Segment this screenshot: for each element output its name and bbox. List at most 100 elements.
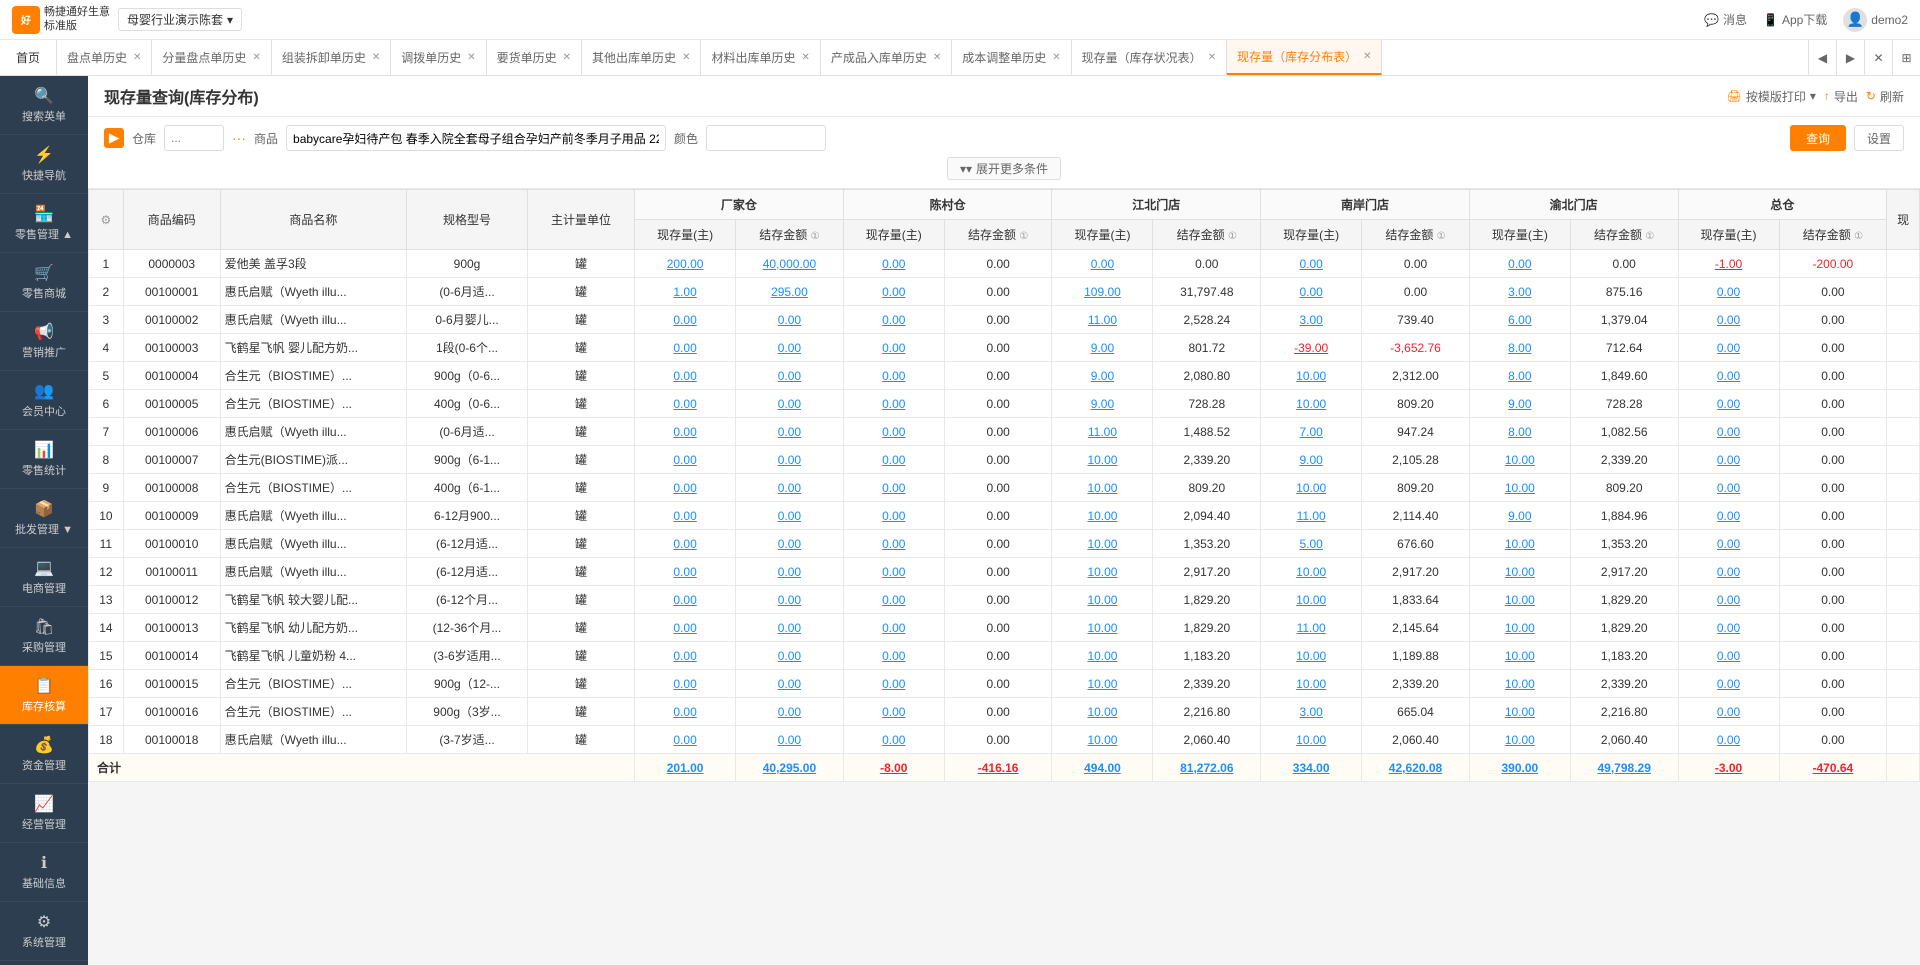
tab-next-btn[interactable]: ▶ bbox=[1836, 40, 1864, 76]
close-icon[interactable]: ✕ bbox=[1208, 52, 1216, 63]
close-icon[interactable]: ✕ bbox=[682, 52, 690, 63]
close-icon[interactable]: ✕ bbox=[1052, 52, 1060, 63]
row-cf-amt[interactable]: 0.00 bbox=[736, 390, 844, 418]
row-cc-qty[interactable]: 0.00 bbox=[843, 586, 944, 614]
tab-request[interactable]: 要货单历史 ✕ bbox=[487, 40, 582, 75]
row-cc-qty[interactable]: 0.00 bbox=[843, 726, 944, 754]
row-yb-qty[interactable]: 10.00 bbox=[1469, 586, 1570, 614]
row-jb-qty[interactable]: 10.00 bbox=[1052, 670, 1153, 698]
row-na-qty[interactable]: 11.00 bbox=[1261, 614, 1362, 642]
row-cf-amt[interactable]: 295.00 bbox=[736, 278, 844, 306]
close-icon[interactable]: ✕ bbox=[563, 52, 571, 63]
tab-expand-btn[interactable]: ⊞ bbox=[1892, 40, 1920, 76]
row-total-qty[interactable]: 0.00 bbox=[1678, 334, 1779, 362]
row-na-qty[interactable]: 0.00 bbox=[1261, 250, 1362, 278]
row-cf-qty[interactable]: 0.00 bbox=[635, 586, 736, 614]
tab-material-out[interactable]: 材料出库单历史 ✕ bbox=[701, 40, 820, 75]
row-cf-amt[interactable]: 40,000.00 bbox=[736, 250, 844, 278]
row-total-qty[interactable]: 0.00 bbox=[1678, 698, 1779, 726]
row-cc-qty[interactable]: 0.00 bbox=[843, 418, 944, 446]
row-na-qty[interactable]: 10.00 bbox=[1261, 474, 1362, 502]
row-cc-qty[interactable]: 0.00 bbox=[843, 306, 944, 334]
row-cf-amt[interactable]: 0.00 bbox=[736, 474, 844, 502]
row-cf-amt[interactable]: 0.00 bbox=[736, 698, 844, 726]
sidebar-item-basic[interactable]: ℹ 基础信息 bbox=[0, 843, 88, 902]
row-cf-qty[interactable]: 0.00 bbox=[635, 642, 736, 670]
row-cf-qty[interactable]: 0.00 bbox=[635, 726, 736, 754]
row-jb-qty[interactable]: 10.00 bbox=[1052, 642, 1153, 670]
sidebar-item-ops[interactable]: 📈 经营管理 bbox=[0, 784, 88, 843]
sidebar-item-purchase[interactable]: 🛍 采购管理 bbox=[0, 607, 88, 666]
row-yb-qty[interactable]: 8.00 bbox=[1469, 334, 1570, 362]
row-cf-qty[interactable]: 0.00 bbox=[635, 670, 736, 698]
row-total-qty[interactable]: -1.00 bbox=[1678, 250, 1779, 278]
row-na-qty[interactable]: 10.00 bbox=[1261, 362, 1362, 390]
row-yb-qty[interactable]: 10.00 bbox=[1469, 530, 1570, 558]
sidebar-item-system[interactable]: ⚙ 系统管理 bbox=[0, 902, 88, 961]
store-selector[interactable]: 母婴行业演示陈套 ▾ bbox=[118, 8, 242, 31]
total-yb-qty[interactable]: 390.00 bbox=[1469, 754, 1570, 782]
print-btn[interactable]: 🖨 按模版打印 ▾ bbox=[1727, 88, 1816, 105]
product-input[interactable] bbox=[286, 125, 666, 151]
message-btn[interactable]: 💬 消息 bbox=[1704, 11, 1747, 28]
row-cf-amt[interactable]: 0.00 bbox=[736, 726, 844, 754]
tab-inventory-check[interactable]: 盘点单历史 ✕ bbox=[57, 40, 152, 75]
row-jb-qty[interactable]: 11.00 bbox=[1052, 306, 1153, 334]
row-cf-amt[interactable]: 0.00 bbox=[736, 362, 844, 390]
row-jb-qty[interactable]: 10.00 bbox=[1052, 446, 1153, 474]
col-settings[interactable]: ⚙ bbox=[89, 190, 124, 250]
row-na-qty[interactable]: 10.00 bbox=[1261, 586, 1362, 614]
sidebar-item-marketing[interactable]: 📢 营销推广 bbox=[0, 312, 88, 371]
row-cf-amt[interactable]: 0.00 bbox=[736, 558, 844, 586]
row-yb-qty[interactable]: 10.00 bbox=[1469, 474, 1570, 502]
row-cf-qty[interactable]: 0.00 bbox=[635, 698, 736, 726]
row-total-qty[interactable]: 0.00 bbox=[1678, 418, 1779, 446]
total-jb-qty[interactable]: 494.00 bbox=[1052, 754, 1153, 782]
expand-more-btn[interactable]: ▾▾ 展开更多条件 bbox=[947, 157, 1061, 180]
row-na-qty[interactable]: 10.00 bbox=[1261, 558, 1362, 586]
row-cf-qty[interactable]: 0.00 bbox=[635, 418, 736, 446]
refresh-btn[interactable]: ↻ 刷新 bbox=[1866, 88, 1904, 105]
row-jb-qty[interactable]: 9.00 bbox=[1052, 390, 1153, 418]
row-total-qty[interactable]: 0.00 bbox=[1678, 362, 1779, 390]
sidebar-item-finance[interactable]: 💰 资金管理 bbox=[0, 725, 88, 784]
tab-product-in[interactable]: 产成品入库单历史 ✕ bbox=[821, 40, 952, 75]
sidebar-item-members[interactable]: 👥 会员中心 bbox=[0, 371, 88, 430]
row-yb-qty[interactable]: 10.00 bbox=[1469, 670, 1570, 698]
row-total-qty[interactable]: 0.00 bbox=[1678, 530, 1779, 558]
row-jb-qty[interactable]: 10.00 bbox=[1052, 502, 1153, 530]
tab-transfer[interactable]: 调拨单历史 ✕ bbox=[391, 40, 486, 75]
row-total-qty[interactable]: 0.00 bbox=[1678, 390, 1779, 418]
row-cf-amt[interactable]: 0.00 bbox=[736, 530, 844, 558]
row-cf-amt[interactable]: 0.00 bbox=[736, 446, 844, 474]
row-yb-qty[interactable]: 10.00 bbox=[1469, 614, 1570, 642]
close-icon[interactable]: ✕ bbox=[133, 52, 141, 63]
app-download-btn[interactable]: 📱 App下载 bbox=[1763, 11, 1827, 28]
sidebar-item-quicknav[interactable]: ⚡ 快捷导航 bbox=[0, 135, 88, 194]
row-jb-qty[interactable]: 10.00 bbox=[1052, 698, 1153, 726]
row-na-qty[interactable]: 11.00 bbox=[1261, 502, 1362, 530]
close-icon[interactable]: ✕ bbox=[467, 52, 475, 63]
row-yb-qty[interactable]: 10.00 bbox=[1469, 446, 1570, 474]
row-cf-amt[interactable]: 0.00 bbox=[736, 670, 844, 698]
dot-menu[interactable]: ··· bbox=[232, 130, 246, 146]
total-total-amt[interactable]: -470.64 bbox=[1779, 754, 1887, 782]
sidebar-item-ecommerce[interactable]: 💻 电商管理 bbox=[0, 548, 88, 607]
close-icon[interactable]: ✕ bbox=[252, 52, 260, 63]
close-icon[interactable]: ✕ bbox=[1363, 51, 1371, 62]
sidebar-item-retail-mgmt[interactable]: 🏪 零售管理 ▲ bbox=[0, 194, 88, 253]
row-total-qty[interactable]: 0.00 bbox=[1678, 502, 1779, 530]
row-na-qty[interactable]: 7.00 bbox=[1261, 418, 1362, 446]
row-cf-amt[interactable]: 0.00 bbox=[736, 586, 844, 614]
row-jb-qty[interactable]: 10.00 bbox=[1052, 726, 1153, 754]
row-cf-qty[interactable]: 0.00 bbox=[635, 362, 736, 390]
row-cf-qty[interactable]: 0.00 bbox=[635, 614, 736, 642]
sidebar-item-collab[interactable]: 🤝 企业协同 bbox=[0, 961, 88, 965]
row-yb-qty[interactable]: 9.00 bbox=[1469, 502, 1570, 530]
close-icon[interactable]: ✕ bbox=[801, 52, 809, 63]
table-scroll-wrap[interactable]: ⚙ 商品编码 商品名称 规格型号 主计量单位 厂家仓 陈村仓 江北门店 南岸门店… bbox=[88, 189, 1920, 965]
row-cc-qty[interactable]: 0.00 bbox=[843, 698, 944, 726]
row-cf-amt[interactable]: 0.00 bbox=[736, 502, 844, 530]
close-icon[interactable]: ✕ bbox=[372, 52, 380, 63]
sidebar-item-retail-mall[interactable]: 🛒 零售商城 bbox=[0, 253, 88, 312]
